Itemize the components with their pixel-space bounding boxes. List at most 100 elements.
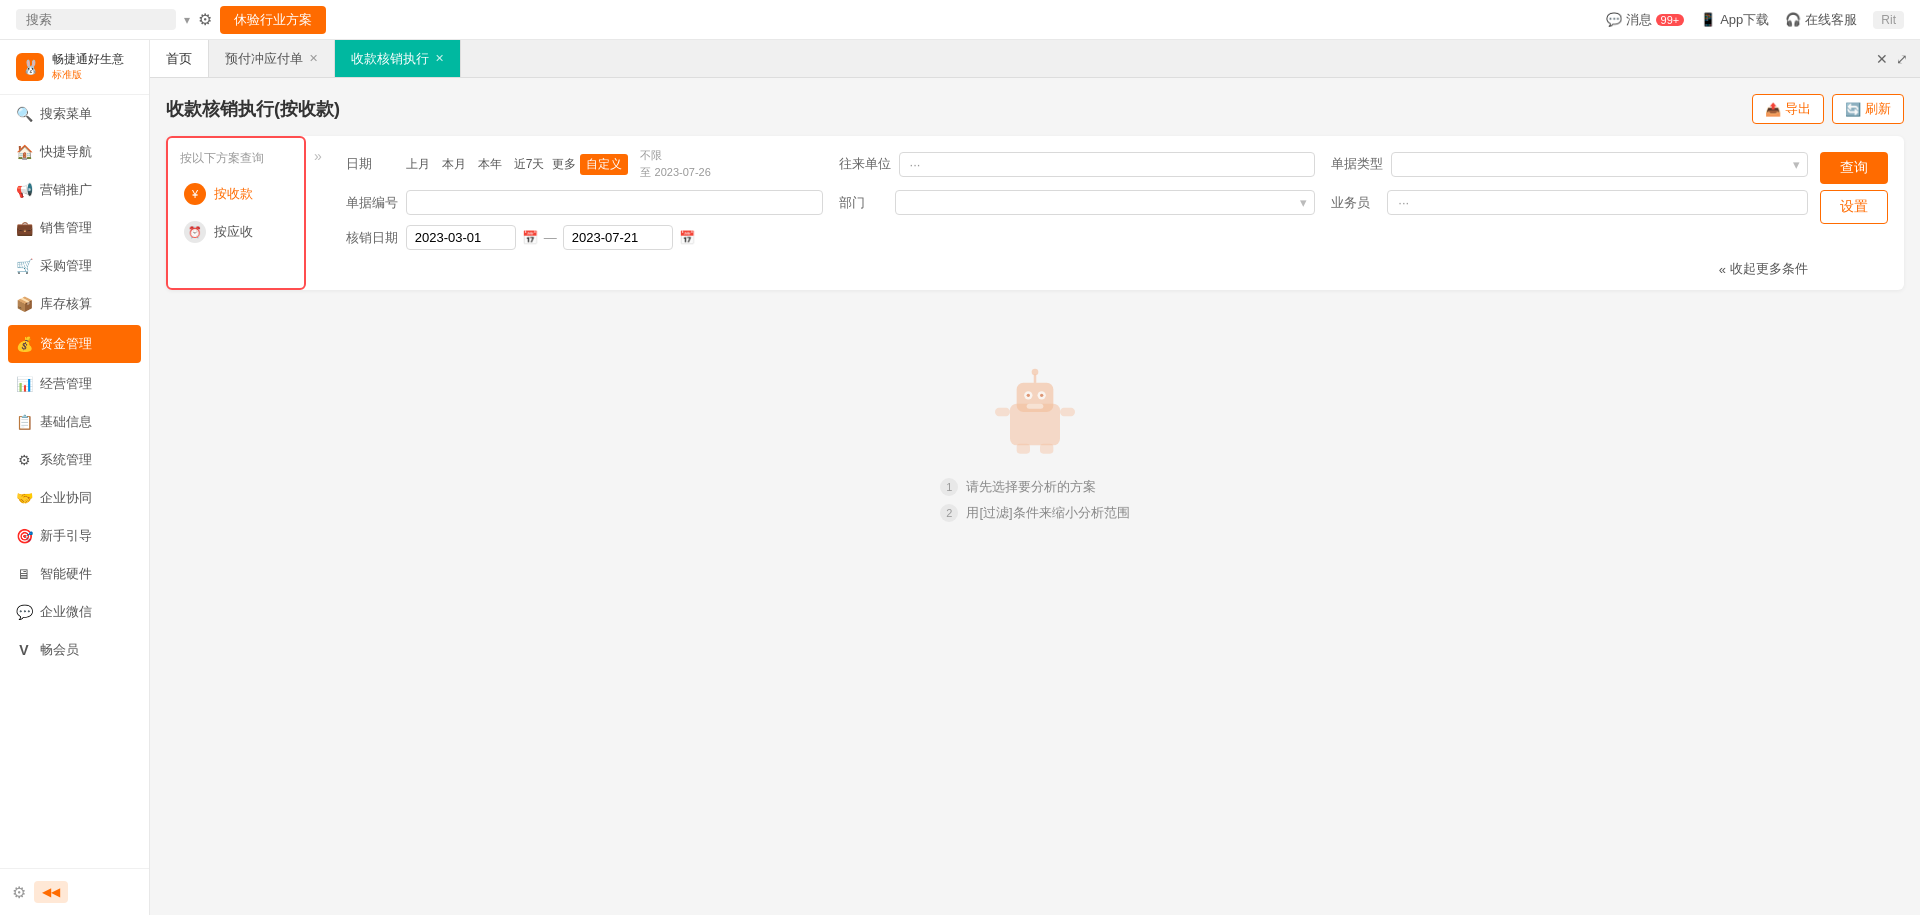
- basic-icon: 📋: [16, 414, 32, 430]
- app-download-label: App下载: [1720, 11, 1769, 29]
- industry-solution-button[interactable]: 休验行业方案: [220, 6, 326, 34]
- filter-settings-button[interactable]: 设置: [1820, 190, 1888, 224]
- purchase-icon: 🛒: [16, 258, 32, 274]
- sidebar-item-inventory[interactable]: 📦 库存核算: [0, 285, 149, 323]
- tab-home[interactable]: 首页: [150, 40, 209, 77]
- verify-date-start-input[interactable]: [406, 225, 516, 250]
- sidebar-item-purchase[interactable]: 🛒 采购管理: [0, 247, 149, 285]
- filter-option-by-receipt[interactable]: ¥ 按收款: [168, 175, 304, 213]
- receivable-icon: ⏰: [184, 221, 206, 243]
- customer-input[interactable]: ···: [899, 152, 1316, 177]
- gear-button[interactable]: ⚙: [198, 10, 212, 29]
- sidebar-label-hardware: 智能硬件: [40, 565, 92, 583]
- window-maximize-button[interactable]: ⤢: [1896, 51, 1908, 67]
- svg-rect-8: [1017, 444, 1030, 454]
- sidebar-item-guide[interactable]: 🎯 新手引导: [0, 517, 149, 555]
- system-icon: ⚙: [16, 452, 32, 468]
- cal-start-icon[interactable]: 📅: [522, 230, 538, 245]
- sidebar-item-quick-nav[interactable]: 🏠 快捷导航: [0, 133, 149, 171]
- query-button[interactable]: 查询: [1820, 152, 1888, 184]
- sidebar-item-finance[interactable]: 💰 资金管理: [8, 325, 141, 363]
- app-icon: 📱: [1700, 12, 1716, 27]
- sidebar-label-finance: 资金管理: [40, 335, 92, 353]
- sidebar-settings-button[interactable]: ⚙: [12, 883, 26, 902]
- tab-prepay[interactable]: 预付冲应付单 ✕: [209, 40, 335, 77]
- filter-sidebar-title: 按以下方案查询: [168, 150, 304, 175]
- staff-input[interactable]: ···: [1387, 190, 1808, 215]
- page-content: 收款核销执行(按收款) 📤 导出 🔄 刷新 按以下方案查询: [150, 78, 1920, 915]
- refresh-button[interactable]: 🔄 刷新: [1832, 94, 1904, 124]
- doc-no-input[interactable]: [406, 190, 823, 215]
- sidebar-item-sales[interactable]: 💼 销售管理: [0, 209, 149, 247]
- search-input[interactable]: [16, 9, 176, 30]
- filter-form: 日期 上月 本月 本年 近7天 更多 自定义: [330, 136, 1904, 290]
- sidebar-label-guide: 新手引导: [40, 527, 92, 545]
- sidebar-collapse-button[interactable]: ◀◀: [34, 881, 68, 903]
- sidebar-logo: 🐰 畅捷通好生意 标准版: [0, 40, 149, 95]
- dept-select-wrapper: ▾: [895, 190, 1316, 215]
- collapse-more-button[interactable]: « 收起更多条件: [1719, 260, 1808, 278]
- logo-name: 畅捷通好生意: [52, 52, 124, 68]
- filter-row-date: 日期 上月 本月 本年 近7天 更多 自定义: [346, 148, 1808, 180]
- date-group: 日期 上月 本月 本年 近7天 更多 自定义: [346, 148, 823, 180]
- sidebar-label-business: 经营管理: [40, 375, 92, 393]
- tab-receipt-close[interactable]: ✕: [435, 53, 444, 64]
- window-close-button[interactable]: ✕: [1876, 51, 1888, 67]
- doc-type-label: 单据类型: [1331, 155, 1383, 173]
- enterprise-icon: 🤝: [16, 490, 32, 506]
- empty-tip-2: 2 用[过滤]条件来缩小分析范围: [940, 504, 1129, 522]
- sidebar-collapse-arrow[interactable]: »: [306, 148, 330, 164]
- staff-group: 业务员 ···: [1331, 190, 1808, 215]
- cal-end-icon[interactable]: 📅: [679, 230, 695, 245]
- date-shortcut-this-month[interactable]: 本月: [438, 154, 470, 175]
- date-shortcut-7days[interactable]: 近7天: [510, 154, 549, 175]
- message-button[interactable]: 💬 消息 99+: [1606, 11, 1685, 29]
- customer-group: 往来单位 ···: [839, 152, 1316, 177]
- date-shortcut-custom[interactable]: 自定义: [580, 154, 628, 175]
- doc-type-select[interactable]: [1391, 152, 1808, 177]
- sidebar-label-search: 搜索菜单: [40, 105, 92, 123]
- date-to: 至 2023-07-26: [640, 165, 710, 180]
- user-avatar[interactable]: Rit: [1873, 11, 1904, 29]
- tab-receipt[interactable]: 收款核销执行 ✕: [335, 40, 461, 77]
- tab-prepay-close[interactable]: ✕: [309, 53, 318, 64]
- date-shortcut-this-year[interactable]: 本年: [474, 154, 506, 175]
- finance-icon: 💰: [16, 336, 32, 352]
- refresh-label: 刷新: [1865, 100, 1891, 118]
- date-shortcut-last-month[interactable]: 上月: [402, 154, 434, 175]
- filter-option-receipt-label: 按收款: [214, 185, 253, 203]
- sidebar-item-business[interactable]: 📊 经营管理: [0, 365, 149, 403]
- message-badge: 99+: [1656, 14, 1685, 26]
- sidebar-label-member: 畅会员: [40, 641, 79, 659]
- tip-1-num: 1: [940, 478, 958, 496]
- sidebar-label-purchase: 采购管理: [40, 257, 92, 275]
- sidebar-item-search[interactable]: 🔍 搜索菜单: [0, 95, 149, 133]
- tab-prepay-label: 预付冲应付单: [225, 50, 303, 68]
- app-download-button[interactable]: 📱 App下载: [1700, 11, 1769, 29]
- sidebar-item-marketing[interactable]: 📢 营销推广: [0, 171, 149, 209]
- online-service-button[interactable]: 🎧 在线客服: [1785, 11, 1857, 29]
- dept-group: 部门 ▾: [839, 190, 1316, 215]
- verify-date-range: 📅 — 📅: [406, 225, 695, 250]
- guide-icon: 🎯: [16, 528, 32, 544]
- sidebar-item-basic[interactable]: 📋 基础信息: [0, 403, 149, 441]
- sidebar-item-wechat[interactable]: 💬 企业微信: [0, 593, 149, 631]
- chevron-down-icon: ▾: [184, 13, 190, 27]
- sidebar-item-hardware[interactable]: 🖥 智能硬件: [0, 555, 149, 593]
- business-icon: 📊: [16, 376, 32, 392]
- sidebar-label-enterprise: 企业协同: [40, 489, 92, 507]
- sidebar-item-enterprise[interactable]: 🤝 企业协同: [0, 479, 149, 517]
- filter-option-by-receivable[interactable]: ⏰ 按应收: [168, 213, 304, 251]
- sidebar-item-member[interactable]: V 畅会员: [0, 631, 149, 669]
- staff-label: 业务员: [1331, 194, 1379, 212]
- filter-actions: 查询 设置: [1820, 148, 1888, 224]
- filter-option-receivable-label: 按应收: [214, 223, 253, 241]
- dept-select[interactable]: [895, 190, 1316, 215]
- doc-type-group: 单据类型 ▾: [1331, 152, 1808, 177]
- date-shortcut-more[interactable]: 更多: [552, 156, 576, 173]
- doc-no-label: 单据编号: [346, 194, 398, 212]
- verify-date-end-input[interactable]: [563, 225, 673, 250]
- verify-date-group: 核销日期 📅 — 📅: [346, 225, 1808, 250]
- sidebar-item-system[interactable]: ⚙ 系统管理: [0, 441, 149, 479]
- export-button[interactable]: 📤 导出: [1752, 94, 1824, 124]
